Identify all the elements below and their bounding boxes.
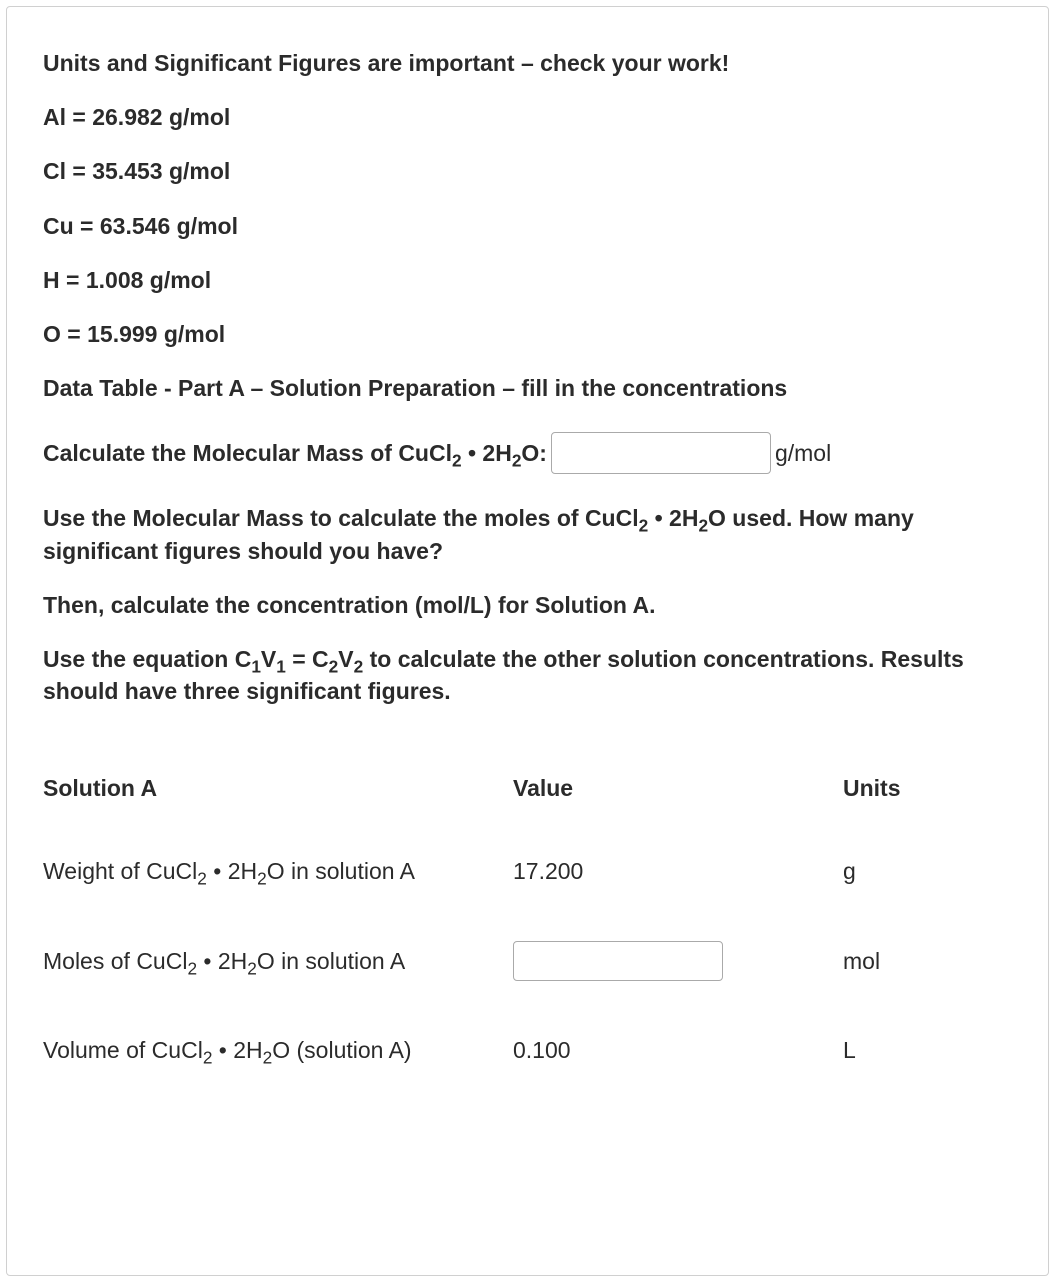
element-unit: g/mol <box>177 213 238 239</box>
instruction-p1: Use the Molecular Mass to calculate the … <box>43 502 1012 566</box>
table-row: Weight of CuCl2 • 2H2O in solution A 17.… <box>43 830 1012 913</box>
atomic-mass-h: H = 1.008 g/mol <box>43 264 1012 296</box>
mm-mid: • 2H <box>462 440 512 466</box>
header-value: Value <box>513 775 843 802</box>
table-header-row: Solution A Value Units <box>43 747 1012 830</box>
table-row: Volume of CuCl2 • 2H2O (solution A) 0.10… <box>43 1009 1012 1064</box>
atomic-mass-cu: Cu = 63.546 g/mol <box>43 210 1012 242</box>
header-units: Units <box>843 775 1012 802</box>
mm-unit: g/mol <box>775 437 831 469</box>
heading: Units and Significant Figures are import… <box>43 47 1012 79</box>
header-solution: Solution A <box>43 775 513 802</box>
molecular-mass-input[interactable] <box>551 432 771 474</box>
instruction-p3: Use the equation C1V1 = C2V2 to calculat… <box>43 643 1012 707</box>
table-row: Moles of CuCl2 • 2H2O in solution A mol <box>43 913 1012 1009</box>
element-value: 1.008 <box>86 267 144 293</box>
row-label: Moles of CuCl2 • 2H2O in solution A <box>43 948 513 975</box>
element-unit: g/mol <box>169 158 230 184</box>
mm-sub1: 2 <box>452 451 462 471</box>
row-label: Volume of CuCl2 • 2H2O (solution A) <box>43 1037 513 1064</box>
element-unit: g/mol <box>169 104 230 130</box>
element-symbol: O <box>43 321 61 347</box>
row-unit: L <box>843 1037 1012 1064</box>
atomic-mass-al: Al = 26.982 g/mol <box>43 101 1012 133</box>
row-value-input <box>513 941 843 981</box>
mm-sub2: 2 <box>512 451 522 471</box>
atomic-mass-cl: Cl = 35.453 g/mol <box>43 155 1012 187</box>
row-label: Weight of CuCl2 • 2H2O in solution A <box>43 858 513 885</box>
element-value: 15.999 <box>87 321 157 347</box>
element-symbol: Cl <box>43 158 66 184</box>
element-symbol: Al <box>43 104 66 130</box>
moles-input[interactable] <box>513 941 723 981</box>
element-value: 35.453 <box>92 158 162 184</box>
worksheet-container: Units and Significant Figures are import… <box>6 6 1049 1276</box>
molecular-mass-prompt: Calculate the Molecular Mass of CuCl2 • … <box>43 432 1012 474</box>
element-unit: g/mol <box>150 267 211 293</box>
element-value: 63.546 <box>100 213 170 239</box>
data-table-title: Data Table - Part A – Solution Preparati… <box>43 372 1012 404</box>
row-value: 17.200 <box>513 858 843 885</box>
row-value: 0.100 <box>513 1037 843 1064</box>
solution-a-table: Solution A Value Units Weight of CuCl2 •… <box>43 747 1012 1064</box>
atomic-mass-o: O = 15.999 g/mol <box>43 318 1012 350</box>
element-value: 26.982 <box>92 104 162 130</box>
row-unit: mol <box>843 948 1012 975</box>
element-symbol: Cu <box>43 213 74 239</box>
row-unit: g <box>843 858 1012 885</box>
element-symbol: H <box>43 267 60 293</box>
mm-suffix: O: <box>521 440 547 466</box>
mm-prefix: Calculate the Molecular Mass of CuCl <box>43 440 452 466</box>
element-unit: g/mol <box>164 321 225 347</box>
instruction-p2: Then, calculate the concentration (mol/L… <box>43 589 1012 621</box>
